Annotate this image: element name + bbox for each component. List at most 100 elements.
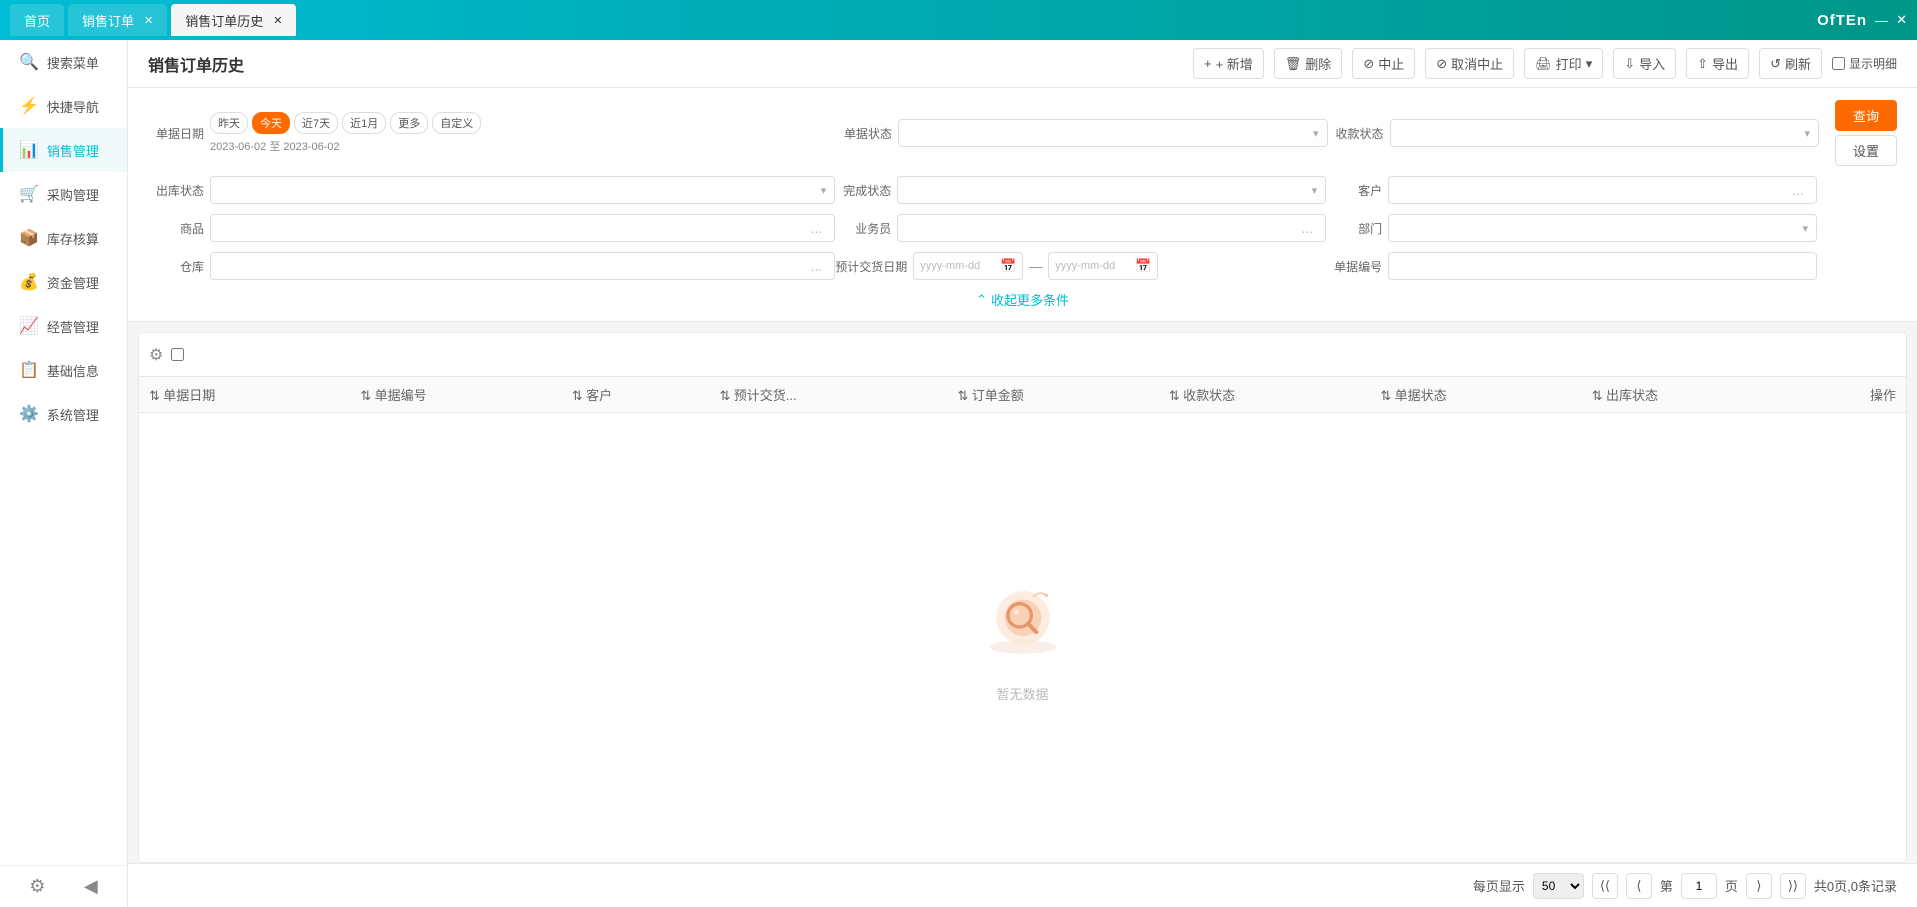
refresh-button[interactable]: ↺ 刷新 [1759, 48, 1822, 79]
expected-date-to-placeholder: yyyy-mm-dd [1055, 260, 1115, 272]
select-all-checkbox[interactable] [171, 348, 184, 361]
pay-status-select[interactable]: ▾ [1390, 119, 1819, 147]
print-icon: 🖨 [1535, 56, 1552, 72]
tab-sales-order-history-close[interactable]: ✕ [273, 14, 282, 27]
date-tag-custom[interactable]: 自定义 [432, 112, 481, 134]
col-pay-status[interactable]: ⇅ 收款状态 [1159, 377, 1370, 413]
page-title: 销售订单历史 [148, 52, 244, 76]
page-first-btn[interactable]: ⟨⟨ [1592, 873, 1618, 899]
tab-home[interactable]: 首页 [10, 4, 64, 36]
table-settings-icon[interactable]: ⚙ [149, 345, 163, 365]
page-input[interactable] [1681, 873, 1717, 899]
purchase-icon: 🛒 [19, 184, 39, 204]
sidebar-item-purchase-mgmt[interactable]: 🛒 采购管理 [0, 172, 127, 216]
cancel-stop-icon: ⊘ [1436, 56, 1447, 72]
filter-order-status: 单据状态 ▾ [836, 119, 1327, 147]
show-detail-checkbox-label[interactable]: 显示明细 [1832, 55, 1897, 72]
delete-button[interactable]: 🗑 删除 [1274, 48, 1343, 79]
query-button[interactable]: 查询 [1835, 100, 1897, 131]
query-btn-group: 查询 设置 [1835, 100, 1897, 166]
fund-icon: 💰 [19, 272, 39, 292]
total-text: 共0页,0条记录 [1814, 876, 1897, 895]
tab-sales-order[interactable]: 销售订单 ✕ [68, 4, 167, 36]
window-close[interactable]: ✕ [1896, 12, 1907, 28]
inventory-icon: 📦 [19, 228, 39, 248]
date-tag-1month[interactable]: 近1月 [342, 112, 386, 134]
data-table: ⇅ 单据日期 ⇅ 单据编号 ⇅ 客户 ⇅ 预计交 [139, 377, 1906, 413]
sidebar-item-inventory[interactable]: 📦 库存核算 [0, 216, 127, 260]
page-prev-btn[interactable]: ⟨ [1626, 873, 1652, 899]
col-no[interactable]: ⇅ 单据编号 [350, 377, 561, 413]
tab-sales-order-close[interactable]: ✕ [144, 14, 153, 27]
import-button[interactable]: ⇩ 导入 [1613, 48, 1676, 79]
order-status-select[interactable]: ▾ [898, 119, 1327, 147]
sidebar-settings-btn[interactable]: ⚙ [29, 876, 45, 897]
warehouse-select[interactable]: ... [210, 252, 835, 280]
print-button[interactable]: 🖨 打印 ▾ [1524, 48, 1603, 79]
export-button[interactable]: ⇧ 导出 [1686, 48, 1749, 79]
sidebar-item-basic-info[interactable]: 📋 基础信息 [0, 348, 127, 392]
page-last-btn[interactable]: ⟩⟩ [1780, 873, 1806, 899]
sidebar-item-quick-nav[interactable]: ⚡ 快捷导航 [0, 84, 127, 128]
col-amount[interactable]: ⇅ 订单金额 [948, 377, 1159, 413]
date-label: 单据日期 [148, 125, 204, 142]
sidebar-item-sys-mgmt[interactable]: ⚙️ 系统管理 [0, 392, 127, 436]
tab-sales-order-history[interactable]: 销售订单历史 ✕ [171, 4, 296, 36]
order-no-input[interactable] [1388, 252, 1817, 280]
filter-row-3: 商品 ... 业务员 ... 部门 [148, 214, 1897, 242]
col-customer[interactable]: ⇅ 客户 [562, 377, 710, 413]
date-tag-yesterday[interactable]: 昨天 [210, 112, 248, 134]
sidebar-item-ops-mgmt[interactable]: 📈 经营管理 [0, 304, 127, 348]
customer-dots[interactable]: ... [1788, 182, 1808, 198]
sidebar-item-search-menu[interactable]: 🔍 搜索菜单 [0, 40, 127, 84]
salesperson-dots[interactable]: ... [1297, 220, 1317, 236]
col-expected-date[interactable]: ⇅ 预计交货... [710, 377, 948, 413]
sidebar-item-sales-mgmt[interactable]: 📊 销售管理 [0, 128, 127, 172]
filter-order-no: 单据编号 [1326, 252, 1817, 280]
stop-button[interactable]: ⊘ 中止 [1352, 48, 1415, 79]
complete-select[interactable]: ▾ [897, 176, 1326, 204]
page-next-btn[interactable]: ⟩ [1746, 873, 1772, 899]
sidebar-collapse-btn[interactable]: ◀ [84, 876, 98, 897]
collapse-row[interactable]: ⌃ 收起更多条件 [148, 290, 1897, 309]
cancel-stop-button[interactable]: ⊘ 取消中止 [1425, 48, 1514, 79]
expected-date-from-placeholder: yyyy-mm-dd [920, 260, 980, 272]
col-order-status[interactable]: ⇅ 单据状态 [1370, 377, 1581, 413]
expected-date-from[interactable]: yyyy-mm-dd 📅 [913, 252, 1023, 280]
tab-bar: 首页 销售订单 ✕ 销售订单历史 ✕ [10, 4, 1817, 36]
tab-sales-order-label: 销售订单 [82, 11, 134, 30]
customer-select[interactable]: ... [1388, 176, 1817, 204]
page-size-select[interactable]: 50 10 20 100 [1533, 873, 1584, 899]
quick-nav-icon: ⚡ [19, 96, 39, 116]
date-tag-7days[interactable]: 近7天 [294, 112, 338, 134]
warehouse-dots[interactable]: ... [807, 258, 827, 274]
out-stock-select[interactable]: ▾ [210, 176, 835, 204]
goods-dots[interactable]: ... [807, 220, 827, 236]
brand-logo: OfTEn [1817, 12, 1867, 29]
top-bar-right: OfTEn — ✕ [1817, 12, 1907, 29]
goods-select[interactable]: ... [210, 214, 835, 242]
table-header-row: ⇅ 单据日期 ⇅ 单据编号 ⇅ 客户 ⇅ 预计交 [139, 377, 1906, 413]
window-minimize[interactable]: — [1875, 13, 1888, 28]
col-date[interactable]: ⇅ 单据日期 [139, 377, 350, 413]
collapse-label: 收起更多条件 [991, 290, 1069, 309]
add-button[interactable]: + + 新增 [1193, 48, 1264, 79]
page-size-label: 每页显示 [1473, 876, 1525, 895]
filter-row-2: 出库状态 ▾ 完成状态 ▾ 客户 [148, 176, 1897, 204]
date-tag-more[interactable]: 更多 [390, 112, 428, 134]
date-tag-today[interactable]: 今天 [252, 112, 290, 134]
show-detail-checkbox[interactable] [1832, 57, 1845, 70]
complete-label: 完成状态 [835, 182, 891, 199]
expected-date-label: 预计交货日期 [835, 258, 907, 275]
stop-icon: ⊘ [1363, 56, 1374, 72]
salesperson-select[interactable]: ... [897, 214, 1326, 242]
sidebar-bottom: ⚙ ◀ [0, 865, 127, 907]
filter-row-4: 仓库 ... 预计交货日期 yyyy-mm-dd 📅 — [148, 252, 1897, 280]
col-out-status[interactable]: ⇅ 出库状态 [1582, 377, 1793, 413]
filter-row-1: 单据日期 昨天 今天 近7天 近1月 更多 自定义 2023-06-02 至 2… [148, 100, 1897, 166]
sidebar-item-fund-mgmt[interactable]: 💰 资金管理 [0, 260, 127, 304]
dept-select[interactable]: ▾ [1388, 214, 1817, 242]
expected-date-to[interactable]: yyyy-mm-dd 📅 [1048, 252, 1158, 280]
setup-button[interactable]: 设置 [1835, 135, 1897, 166]
table-area: ⚙ ⇅ 单据日期 ⇅ 单据编号 ⇅ [138, 332, 1907, 863]
